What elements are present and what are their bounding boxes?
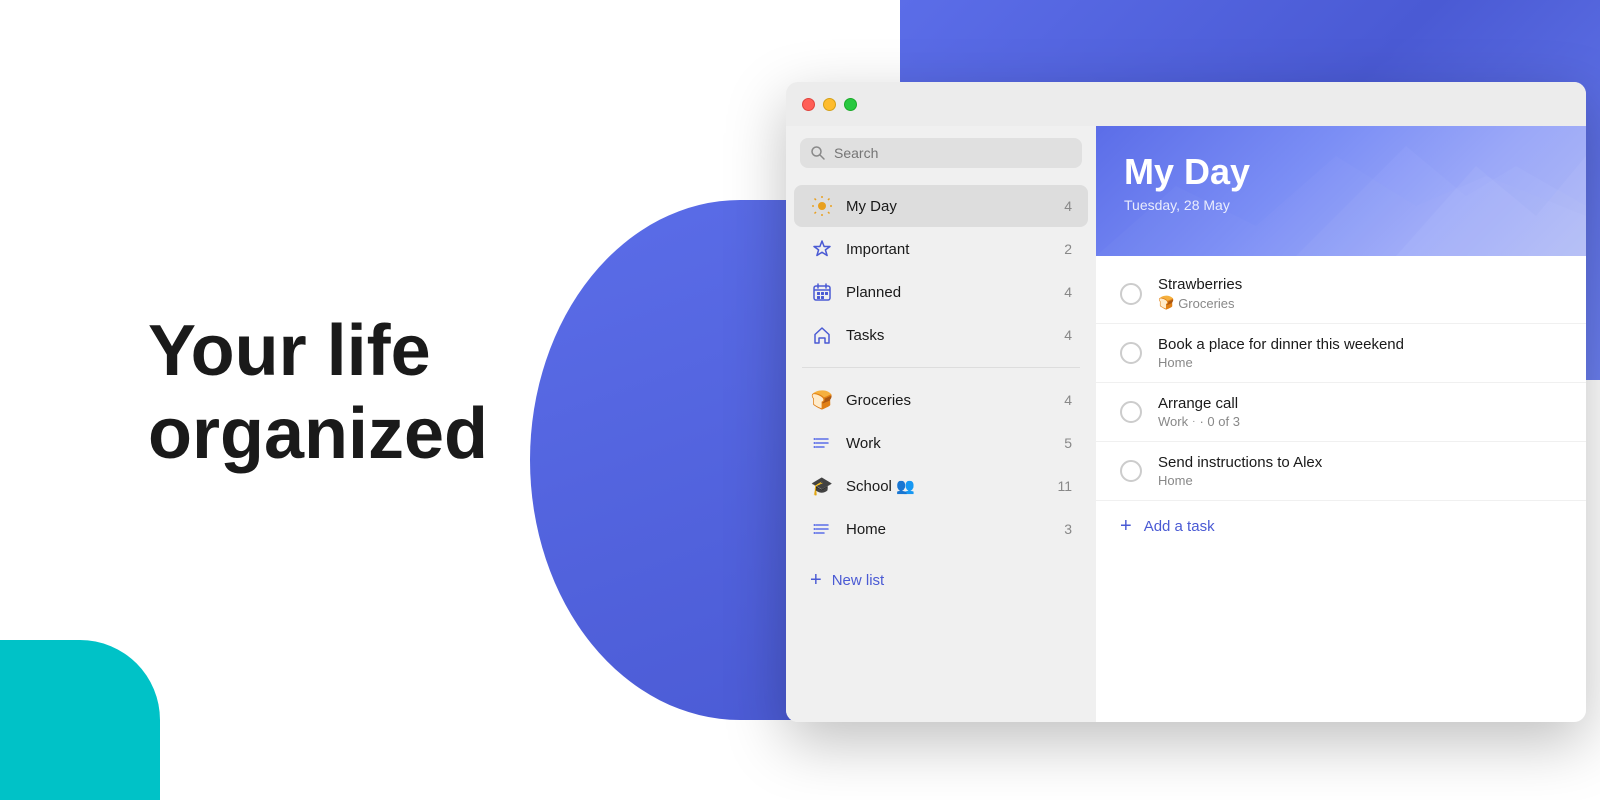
task-meta: Work · · 0 of 3 (1158, 414, 1562, 429)
sidebar-item-groceries-count: 4 (1064, 392, 1072, 408)
close-button[interactable] (802, 98, 815, 111)
maximize-button[interactable] (844, 98, 857, 111)
sidebar-item-planned-label: Planned (846, 284, 1052, 301)
task-meta-text: Home (1158, 473, 1193, 488)
task-meta: Home (1158, 473, 1562, 488)
minimize-button[interactable] (823, 98, 836, 111)
new-list-label: New list (832, 572, 885, 589)
task-title: Book a place for dinner this weekend (1158, 336, 1562, 353)
task-complete-circle[interactable] (1120, 401, 1142, 423)
task-meta-text: Home (1158, 355, 1193, 370)
task-content: Send instructions to Alex Home (1158, 454, 1562, 488)
task-meta-dot: · (1192, 416, 1195, 427)
sidebar-item-my-day[interactable]: My Day 4 (794, 185, 1088, 227)
task-meta: Home (1158, 355, 1562, 370)
plus-icon: + (810, 569, 822, 592)
task-complete-circle[interactable] (1120, 460, 1142, 482)
calendar-icon (810, 280, 834, 304)
sun-icon (810, 194, 834, 218)
new-list-button[interactable]: + New list (794, 559, 1088, 602)
house-icon (810, 323, 834, 347)
headline-line1: Your life (148, 311, 431, 391)
sidebar: My Day 4 Important 2 (786, 126, 1096, 722)
traffic-lights (802, 98, 857, 111)
sidebar-item-work-label: Work (846, 435, 1052, 452)
main-panel: My Day Tuesday, 28 May Strawberries 🍞 Gr… (1096, 126, 1586, 722)
bg-shape-bottom-left (0, 640, 160, 800)
task-item-strawberries[interactable]: Strawberries 🍞 Groceries (1096, 264, 1586, 324)
list-icon-work (810, 431, 834, 455)
add-task-plus-icon: + (1120, 515, 1132, 538)
sidebar-item-my-day-label: My Day (846, 198, 1052, 215)
sidebar-item-school-count: 11 (1057, 478, 1072, 494)
sidebar-item-groceries[interactable]: 🍞 Groceries 4 (794, 379, 1088, 421)
sidebar-item-school[interactable]: 🎓 School 👥 11 (794, 465, 1088, 507)
task-meta-text: Groceries (1178, 296, 1234, 311)
title-bar (786, 82, 1586, 126)
sidebar-item-groceries-label: Groceries (846, 392, 1052, 409)
task-meta: 🍞 Groceries (1158, 295, 1562, 311)
sidebar-item-planned[interactable]: Planned 4 (794, 271, 1088, 313)
task-title: Send instructions to Alex (1158, 454, 1562, 471)
task-meta-extra: · 0 of 3 (1199, 414, 1239, 429)
sidebar-item-tasks[interactable]: Tasks 4 (794, 314, 1088, 356)
sidebar-item-important-label: Important (846, 241, 1052, 258)
sidebar-item-home-count: 3 (1064, 521, 1072, 537)
nav-section-smart-lists: My Day 4 Important 2 (786, 180, 1096, 361)
task-meta-icon: 🍞 (1158, 295, 1174, 311)
sidebar-item-tasks-count: 4 (1064, 327, 1072, 343)
sidebar-item-home[interactable]: Home 3 (794, 508, 1088, 550)
sidebar-item-important[interactable]: Important 2 (794, 228, 1088, 270)
headline: Your life organized (148, 310, 488, 476)
sidebar-divider (802, 367, 1080, 368)
add-task-row[interactable]: + Add a task (1096, 501, 1586, 552)
bread-icon: 🍞 (810, 388, 834, 412)
add-task-label: Add a task (1144, 518, 1215, 535)
task-content: Strawberries 🍞 Groceries (1158, 276, 1562, 311)
search-bar[interactable] (800, 138, 1082, 168)
nav-section-lists: 🍞 Groceries 4 (786, 374, 1096, 555)
task-complete-circle[interactable] (1120, 283, 1142, 305)
sidebar-item-home-label: Home (846, 521, 1052, 538)
mountain-bg (1096, 126, 1586, 256)
task-content: Book a place for dinner this weekend Hom… (1158, 336, 1562, 370)
sidebar-item-planned-count: 4 (1064, 284, 1072, 300)
sidebar-item-important-count: 2 (1064, 241, 1072, 257)
search-icon (810, 145, 826, 161)
app-window: My Day 4 Important 2 (786, 82, 1586, 722)
task-title: Arrange call (1158, 395, 1562, 412)
panel-header: My Day Tuesday, 28 May (1096, 126, 1586, 256)
task-item-arrange-call[interactable]: Arrange call Work · · 0 of 3 (1096, 383, 1586, 442)
sidebar-item-work-count: 5 (1064, 435, 1072, 451)
star-icon (810, 237, 834, 261)
task-title: Strawberries (1158, 276, 1562, 293)
sidebar-item-work[interactable]: Work 5 (794, 422, 1088, 464)
task-item-send-instructions[interactable]: Send instructions to Alex Home (1096, 442, 1586, 501)
list-icon-home (810, 517, 834, 541)
task-meta-text: Work (1158, 414, 1188, 429)
mortarboard-icon: 🎓 (810, 474, 834, 498)
app-body: My Day 4 Important 2 (786, 126, 1586, 722)
sidebar-item-tasks-label: Tasks (846, 327, 1052, 344)
search-input[interactable] (834, 145, 1072, 161)
sidebar-item-my-day-count: 4 (1064, 198, 1072, 214)
sidebar-item-school-label: School 👥 (846, 477, 1045, 495)
tasks-list: Strawberries 🍞 Groceries Book a place fo… (1096, 256, 1586, 722)
task-content: Arrange call Work · · 0 of 3 (1158, 395, 1562, 429)
headline-line2: organized (148, 394, 488, 474)
task-complete-circle[interactable] (1120, 342, 1142, 364)
task-item-dinner[interactable]: Book a place for dinner this weekend Hom… (1096, 324, 1586, 383)
